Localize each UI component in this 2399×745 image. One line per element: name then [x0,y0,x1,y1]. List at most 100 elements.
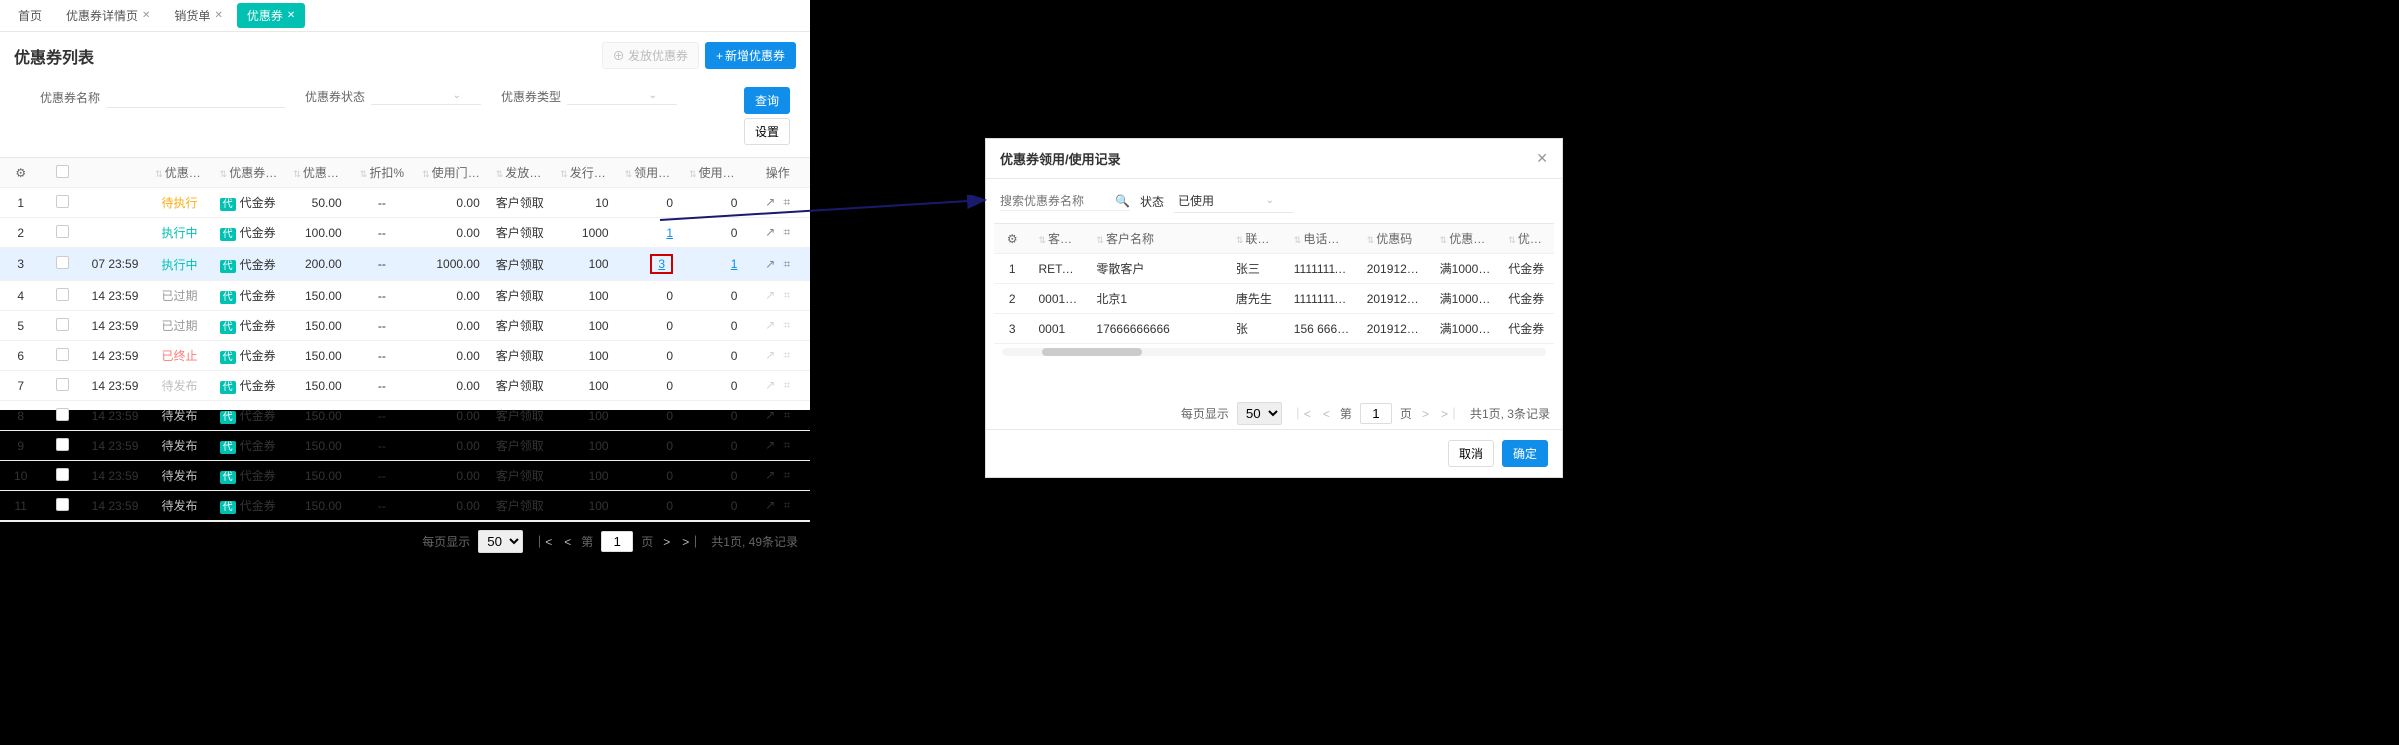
use-link[interactable]: 1 [731,257,738,271]
qrcode-icon[interactable]: ⌗ [783,225,790,240]
row-checkbox-cell[interactable] [41,371,82,401]
claim-link[interactable]: 3 [658,257,665,271]
checkbox[interactable] [56,195,69,208]
prev-page-icon[interactable]: < [1321,407,1332,421]
distribute-coupon-button[interactable]: ⊕ 发放优惠券 [602,42,699,69]
col-issue-qty[interactable]: ⇅发行数量 [552,158,616,188]
last-page-icon[interactable]: >｜ [1439,405,1462,422]
col-face-value[interactable]: ⇅优惠券面值 [285,158,349,188]
first-page-icon[interactable]: ｜< [531,533,554,550]
col-gear[interactable]: ⚙ [0,158,41,188]
coupon-name-input[interactable] [106,87,285,108]
qrcode-icon[interactable]: ⌗ [783,318,790,333]
col-gear[interactable]: ⚙ [994,224,1030,254]
row-checkbox-cell[interactable] [41,311,82,341]
col-code[interactable]: ⇅优惠码 [1359,224,1432,254]
checkbox[interactable] [56,378,69,391]
table-row[interactable]: 3 0001 17666666666 张 156 6666 ... 201912… [994,314,1554,344]
row-checkbox-cell[interactable] [41,461,82,491]
last-page-icon[interactable]: >｜ [680,533,703,550]
close-icon[interactable]: ✕ [1536,150,1548,167]
claim-link[interactable]: 1 [666,226,673,240]
qrcode-icon[interactable]: ⌗ [783,348,790,363]
share-icon[interactable]: ↗ [765,438,775,453]
cancel-button[interactable]: 取消 [1448,440,1494,467]
checkbox[interactable] [56,468,69,481]
row-checkbox-cell[interactable] [41,341,82,371]
qrcode-icon[interactable]: ⌗ [783,378,790,393]
query-button[interactable]: 查询 [744,87,790,114]
row-checkbox-cell[interactable] [41,248,82,281]
col-status[interactable]: ⇅优惠券状态 [147,158,211,188]
share-icon[interactable]: ↗ [765,468,775,483]
row-checkbox-cell[interactable] [41,188,82,218]
row-checkbox-cell[interactable] [41,218,82,248]
table-row[interactable]: 1 RETAIL... 零散客户 张三 11111111111 20191207… [994,254,1554,284]
qrcode-icon[interactable]: ⌗ [783,468,790,483]
table-row[interactable]: 5 14 23:59 已过期 代代金券 150.00 -- 0.00 客户领取 … [0,311,810,341]
share-icon[interactable]: ↗ [765,318,775,333]
table-row[interactable]: 8 14 23:59 待发布 代代金券 150.00 -- 0.00 客户领取 … [0,401,810,431]
row-checkbox-cell[interactable] [41,431,82,461]
share-icon[interactable]: ↗ [765,288,775,303]
page-size-select[interactable]: 50 [478,530,523,553]
qrcode-icon[interactable]: ⌗ [783,408,790,423]
first-page-icon[interactable]: ｜< [1290,405,1313,422]
table-row[interactable]: 1 待执行 代代金券 50.00 -- 0.00 客户领取 10 0 0 ↗⌗ [0,188,810,218]
close-icon[interactable]: ✕ [142,10,150,21]
page-size-select[interactable]: 50 [1237,402,1282,425]
checkbox[interactable] [56,438,69,451]
col-type[interactable]: ⇅优惠券类型 [212,158,286,188]
col-method[interactable]: ⇅发放方式 [488,158,552,188]
checkbox[interactable] [56,256,69,269]
tab-home[interactable]: 首页 [8,3,52,28]
col-discount[interactable]: ⇅折扣% [350,158,414,188]
table-row[interactable]: 6 14 23:59 已终止 代代金券 150.00 -- 0.00 客户领取 … [0,341,810,371]
row-checkbox-cell[interactable] [41,491,82,521]
qrcode-icon[interactable]: ⌗ [783,498,790,513]
share-icon[interactable]: ↗ [765,348,775,363]
qrcode-icon[interactable]: ⌗ [783,438,790,453]
col-subject[interactable]: ⇅优惠主题 [1432,224,1501,254]
close-icon[interactable]: ✕ [287,10,295,21]
share-icon[interactable]: ↗ [765,378,775,393]
settings-button[interactable]: 设置 [744,118,790,145]
share-icon[interactable]: ↗ [765,498,775,513]
col-select-all[interactable] [41,158,82,188]
checkbox[interactable] [56,348,69,361]
col-phone[interactable]: ⇅电话号码 [1286,224,1359,254]
col-claim-qty[interactable]: ⇅领用数量 [617,158,681,188]
checkbox[interactable] [56,318,69,331]
table-row[interactable]: 2 执行中 代代金券 100.00 -- 0.00 客户领取 1000 1 0 … [0,218,810,248]
checkbox[interactable] [56,225,69,238]
table-row[interactable]: 3 07 23:59 执行中 代代金券 200.00 -- 1000.00 客户… [0,248,810,281]
col-use-qty[interactable]: ⇅使用数量 [681,158,745,188]
table-row[interactable]: 2 00010001 北京1 唐先生 11111111111 20191207O… [994,284,1554,314]
coupon-type-select[interactable]: ⌄ [567,87,677,105]
table-row[interactable]: 11 14 23:59 待发布 代代金券 150.00 -- 0.00 客户领取… [0,491,810,521]
share-icon[interactable]: ↗ [765,257,775,272]
table-row[interactable]: 9 14 23:59 待发布 代代金券 150.00 -- 0.00 客户领取 … [0,431,810,461]
next-page-icon[interactable]: > [661,535,672,549]
row-checkbox-cell[interactable] [41,281,82,311]
horizontal-scrollbar[interactable] [1002,348,1546,356]
status-select[interactable]: 已使用 ⌄ [1174,189,1294,213]
page-input[interactable] [601,531,633,552]
tab-coupon-detail[interactable]: 优惠券详情页✕ [56,3,160,28]
prev-page-icon[interactable]: < [562,535,573,549]
search-icon[interactable]: 🔍 [1115,194,1130,208]
checkbox[interactable] [56,288,69,301]
checkbox[interactable] [56,408,69,421]
table-row[interactable]: 7 14 23:59 待发布 代代金券 150.00 -- 0.00 客户领取 … [0,371,810,401]
next-page-icon[interactable]: > [1420,407,1431,421]
search-input[interactable] [1000,194,1100,208]
share-icon[interactable]: ↗ [765,408,775,423]
share-icon[interactable]: ↗ [765,225,775,240]
col-cust-no[interactable]: ⇅客户... [1030,224,1088,254]
table-row[interactable]: 10 14 23:59 待发布 代代金券 150.00 -- 0.00 客户领取… [0,461,810,491]
tab-sales-order[interactable]: 销货单✕ [164,3,232,28]
table-row[interactable]: 4 14 23:59 已过期 代代金券 150.00 -- 0.00 客户领取 … [0,281,810,311]
col-coupon-type[interactable]: ⇅优惠券类 [1500,224,1554,254]
row-checkbox-cell[interactable] [41,401,82,431]
qrcode-icon[interactable]: ⌗ [783,288,790,303]
